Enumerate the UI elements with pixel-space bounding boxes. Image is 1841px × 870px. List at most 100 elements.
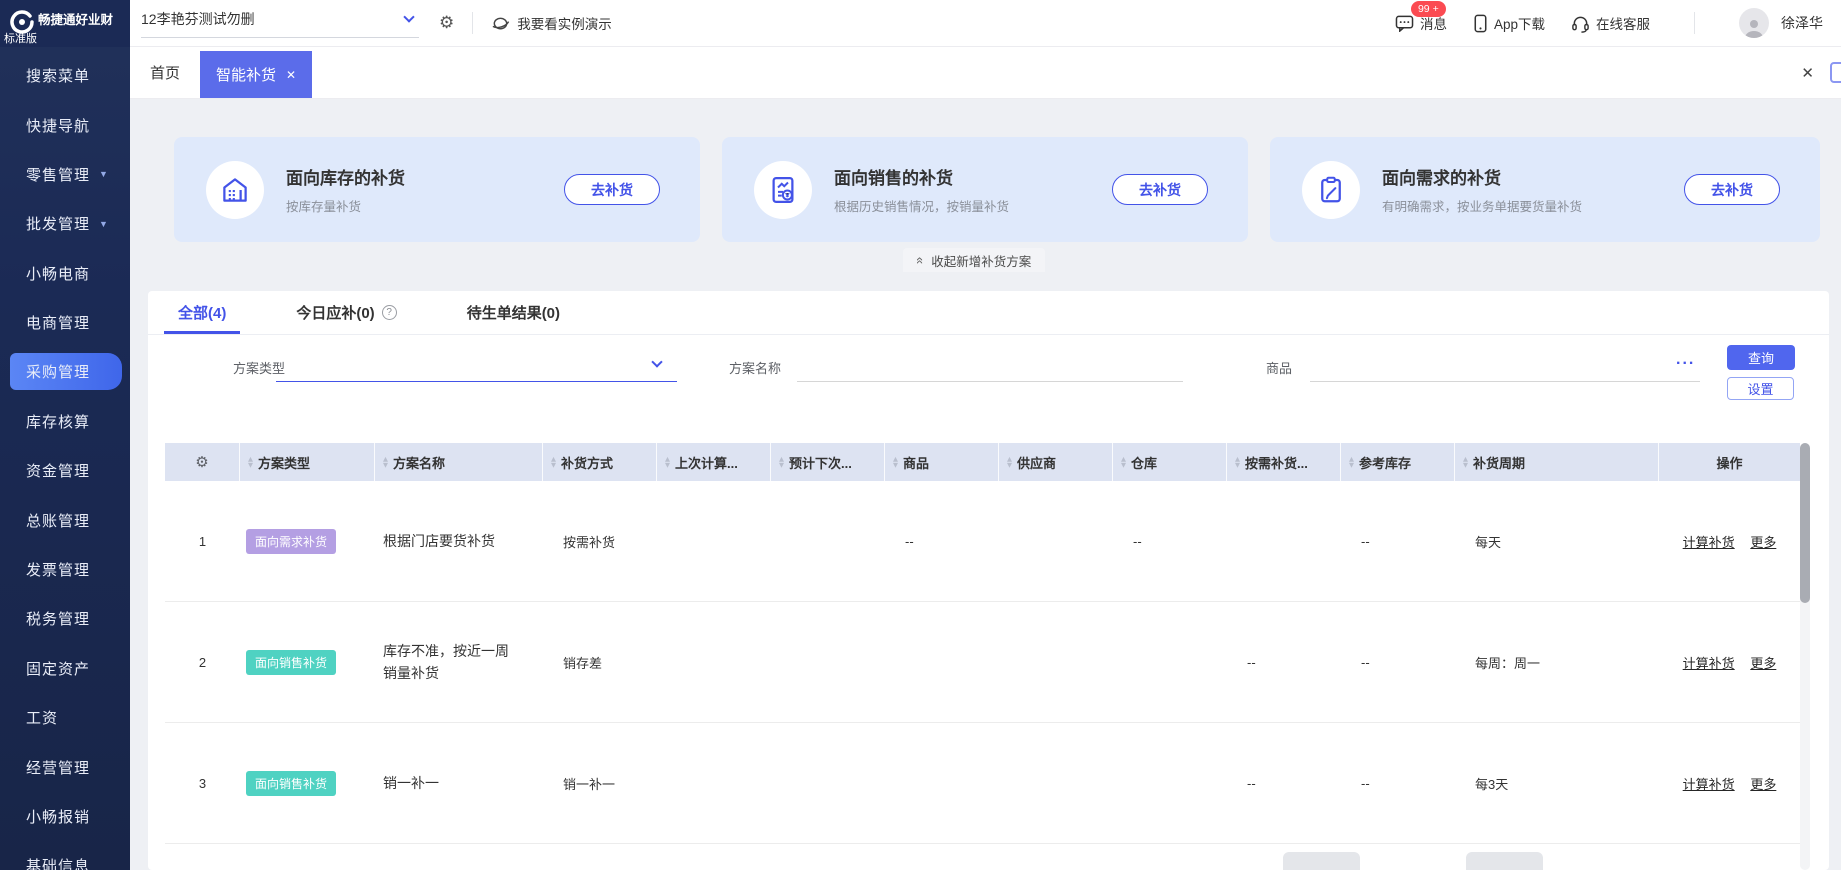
- goods-input[interactable]: [1310, 381, 1700, 382]
- more-link[interactable]: 更多: [1750, 777, 1776, 792]
- sort-icon[interactable]: [779, 456, 784, 468]
- sidebar-item-purchase[interactable]: 采购管理: [10, 353, 122, 390]
- settings-button[interactable]: 设置: [1727, 377, 1794, 400]
- plan-type-select[interactable]: [276, 381, 677, 382]
- online-service-button[interactable]: 在线客服: [1571, 13, 1650, 33]
- sidebar-item-operations[interactable]: 经营管理: [0, 742, 130, 791]
- tab-all[interactable]: 全部(4): [164, 291, 241, 334]
- pagination-control[interactable]: [1466, 852, 1543, 870]
- ref-stock-cell: --: [1361, 775, 1370, 791]
- sidebar-item-search[interactable]: 搜索菜单: [0, 51, 130, 100]
- plan-name-label: 方案名称: [729, 361, 782, 376]
- table-row[interactable]: 2 面向销售补货 库存不准，按近一周销量补货 销存差 -- -- 每周：周一 计…: [165, 602, 1800, 723]
- sidebar-item-inventory[interactable]: 库存核算: [0, 397, 130, 446]
- more-link[interactable]: 更多: [1750, 535, 1776, 550]
- go-replenish-button[interactable]: 去补货: [1684, 174, 1780, 205]
- messages-button[interactable]: 消息 99 +: [1395, 1, 1447, 33]
- tab-smart-replenish[interactable]: 智能补货 ✕: [200, 51, 313, 98]
- tab-pending-orders[interactable]: 待生单结果(0): [453, 291, 574, 334]
- table-header: ⚙ 方案类型 方案名称 补货方式 上次计算... 预计下次... 商品 供应商 …: [165, 443, 1800, 481]
- col-ref-stock[interactable]: 参考库存: [1341, 443, 1455, 481]
- go-replenish-button[interactable]: 去补货: [1112, 174, 1208, 205]
- calc-replenish-link[interactable]: 计算补货: [1683, 656, 1735, 671]
- table-row[interactable]: 1 面向需求补货 根据门店要货补货 按需补货 -- -- -- 每天 计算补货 …: [165, 481, 1800, 602]
- plans-table: ⚙ 方案类型 方案名称 补货方式 上次计算... 预计下次... 商品 供应商 …: [165, 443, 1800, 844]
- more-filters-link[interactable]: ...: [1676, 351, 1695, 369]
- sidebar-item-tax[interactable]: 税务管理: [0, 594, 130, 643]
- sidebar-item-funds[interactable]: 资金管理: [0, 446, 130, 495]
- col-goods[interactable]: 商品: [885, 443, 999, 481]
- sidebar-item-wholesale[interactable]: 批发管理 ▼: [0, 199, 130, 248]
- sidebar-item-invoice[interactable]: 发票管理: [0, 545, 130, 594]
- sidebar-item-fixed-assets[interactable]: 固定资产: [0, 644, 130, 693]
- help-icon[interactable]: ?: [381, 305, 397, 320]
- sidebar-item-xiaochang-ecom[interactable]: 小畅电商: [0, 249, 130, 298]
- sidebar-item-ledger[interactable]: 总账管理: [0, 496, 130, 545]
- sort-icon[interactable]: [1121, 456, 1126, 468]
- col-warehouse[interactable]: 仓库: [1113, 443, 1227, 481]
- brand-title: 畅捷通好业财: [38, 13, 114, 27]
- ref-stock-cell: --: [1361, 533, 1370, 549]
- sort-icon[interactable]: [1007, 456, 1012, 468]
- pagination-control[interactable]: [1283, 852, 1360, 870]
- col-cycle[interactable]: 补货周期: [1455, 443, 1659, 481]
- scrollbar-thumb[interactable]: [1800, 443, 1810, 603]
- go-replenish-button[interactable]: 去补货: [564, 174, 660, 205]
- col-method[interactable]: 补货方式: [543, 443, 657, 481]
- col-demand[interactable]: 按需补货...: [1227, 443, 1341, 481]
- calc-replenish-link[interactable]: 计算补货: [1683, 535, 1735, 550]
- messages-count-badge: 99 +: [1410, 1, 1446, 17]
- sidebar-item-quick-nav[interactable]: 快捷导航: [0, 100, 130, 149]
- gear-icon[interactable]: ⚙: [439, 13, 454, 33]
- collapse-new-plans-button[interactable]: « 收起新增补货方案: [903, 248, 1046, 272]
- card-icon-circle: [206, 160, 264, 219]
- card-text: 面向需求的补货 有明确需求，按业务单据要货量补货: [1382, 164, 1582, 215]
- username: 徐泽华: [1781, 15, 1823, 31]
- account-name: 12李艳芬测试勿删: [141, 10, 255, 27]
- replenish-cards: 面向库存的补货 按库存量补货 去补货 面向销售的补货 根据历史销售情况，按销量补…: [174, 137, 1820, 242]
- card-icon-circle: [754, 160, 812, 219]
- plan-name-input[interactable]: [797, 381, 1183, 382]
- calc-replenish-link[interactable]: 计算补货: [1683, 777, 1735, 792]
- sort-icon[interactable]: [1349, 456, 1354, 468]
- query-button[interactable]: 查询: [1727, 345, 1795, 370]
- caret-down-icon: ▼: [99, 218, 109, 229]
- sort-icon[interactable]: [1463, 456, 1468, 468]
- sort-icon[interactable]: [665, 456, 670, 468]
- avatar[interactable]: [1739, 8, 1769, 38]
- vertical-scrollbar[interactable]: [1800, 443, 1810, 870]
- account-select[interactable]: 12李艳芬测试勿删: [141, 0, 419, 38]
- sidebar-item-expense[interactable]: 小畅报销: [0, 792, 130, 841]
- sort-icon[interactable]: [893, 456, 898, 468]
- close-icon[interactable]: ✕: [1801, 64, 1814, 82]
- sidebar-item-ecommerce[interactable]: 电商管理: [0, 298, 130, 347]
- sidebar-item-payroll[interactable]: 工资: [0, 693, 130, 742]
- column-config[interactable]: ⚙: [165, 443, 240, 481]
- close-icon[interactable]: ✕: [286, 68, 296, 82]
- col-last-calc[interactable]: 上次计算...: [657, 443, 771, 481]
- plan-name-cell: 根据门店要货补货: [383, 533, 495, 549]
- app-download-button[interactable]: App下载: [1473, 13, 1545, 33]
- sort-icon[interactable]: [248, 456, 253, 468]
- table-row[interactable]: 3 面向销售补货 销一补一 销一补一 -- -- 每3天 计算补货 更多: [165, 723, 1800, 844]
- method-cell: 销一补一: [563, 776, 616, 792]
- col-supplier[interactable]: 供应商: [999, 443, 1113, 481]
- demo-link[interactable]: 我要看实例演示: [491, 13, 612, 33]
- card-stock-replenish: 面向库存的补货 按库存量补货 去补货: [174, 137, 700, 242]
- main-content: 面向库存的补货 按库存量补货 去补货 面向销售的补货 根据历史销售情况，按销量补…: [130, 99, 1841, 870]
- sort-icon[interactable]: [1235, 456, 1240, 468]
- tab-home[interactable]: 首页: [130, 47, 200, 98]
- col-next-calc[interactable]: 预计下次...: [771, 443, 885, 481]
- tab-today-due[interactable]: 今日应补(0) ?: [282, 291, 410, 334]
- sidebar-item-basic-info[interactable]: 基础信息: [0, 841, 130, 870]
- goods-cell: --: [905, 533, 914, 549]
- card-sales-replenish: 面向销售的补货 根据历史销售情况，按销量补货 去补货: [722, 137, 1248, 242]
- restore-window-icon[interactable]: [1830, 62, 1841, 83]
- sort-icon[interactable]: [383, 456, 388, 468]
- col-plan-type[interactable]: 方案类型: [240, 443, 375, 481]
- caret-down-icon: ▼: [99, 169, 109, 180]
- sidebar-item-retail[interactable]: 零售管理 ▼: [0, 150, 130, 199]
- more-link[interactable]: 更多: [1750, 656, 1776, 671]
- sort-icon[interactable]: [551, 456, 556, 468]
- col-plan-name[interactable]: 方案名称: [375, 443, 543, 481]
